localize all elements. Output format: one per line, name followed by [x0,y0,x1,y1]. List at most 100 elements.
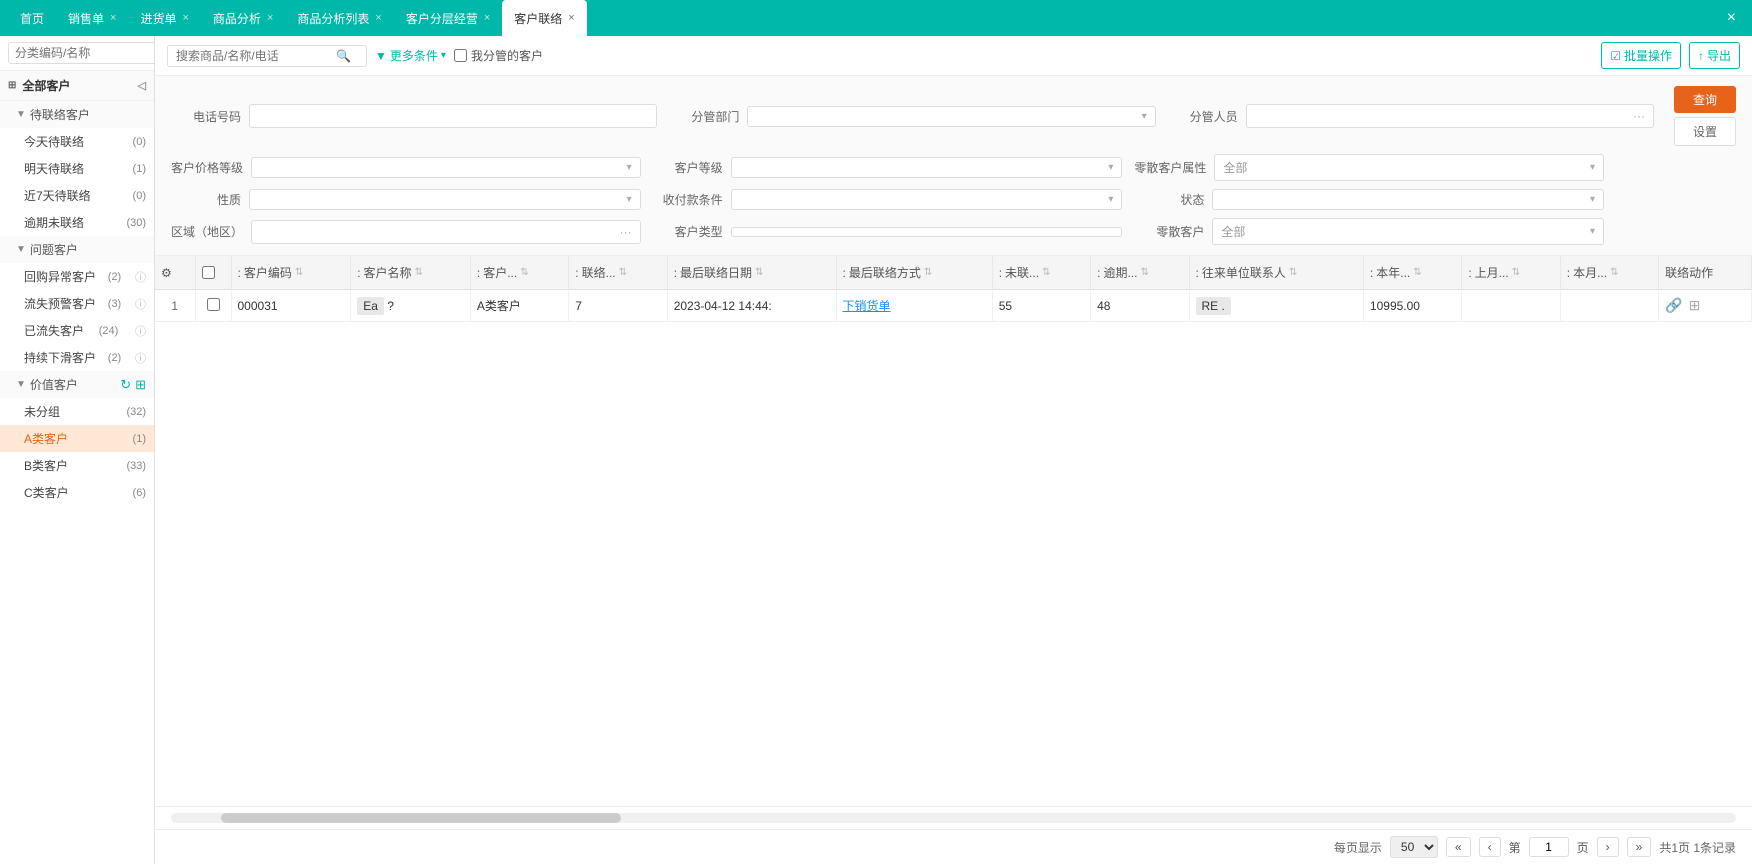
sidebar-item-churn-warning[interactable]: 流失预警客户 (3) ⓘ [0,290,154,317]
sidebar-item-repurchase-anomaly[interactable]: 回购异常客户 (2) ⓘ [0,263,154,290]
close-product-analysis-list-icon[interactable]: × [375,12,381,24]
query-button[interactable]: 查询 [1674,86,1736,113]
arrow-down-icon: ▼ [16,109,26,120]
add-group-icon[interactable]: ⊞ [135,377,146,393]
nav-home[interactable]: 首页 [8,0,56,36]
prev-page-button[interactable]: ‹ [1479,837,1501,857]
scrollbar-track[interactable] [171,813,1736,823]
batch-operations-button[interactable]: ☑ 批量操作 [1601,42,1681,69]
nature-select[interactable]: ▾ [249,189,641,210]
pending-contact-group[interactable]: ▼ 待联络客户 [0,101,154,128]
main-search-icon[interactable]: 🔍 [336,49,351,63]
status-select[interactable]: ▾ [1212,189,1604,210]
retail-customer-select[interactable]: 全部 ▾ [1212,218,1604,245]
close-all-tabs-button[interactable]: × [1719,9,1744,27]
customer-tier-select[interactable]: ▾ [731,157,1123,178]
td-contact-person: RE . [1189,290,1363,322]
first-page-button[interactable]: « [1446,837,1471,857]
last-contact-method-link[interactable]: 下销货单 [843,299,891,313]
region-select[interactable]: ··· [251,220,641,244]
grid-icon: ⊞ [8,80,16,91]
th-unit-contact: : 往来单位联系人 ⇅ [1189,256,1363,290]
customer-tier-field: 客户等级 ▾ [653,157,1123,178]
th-last-contact-method: : 最后联络方式 ⇅ [836,256,992,290]
sidebar-search-input[interactable] [8,42,155,64]
td-index: 1 [155,290,195,322]
select-all-checkbox[interactable] [202,266,215,279]
close-sales-order-icon[interactable]: × [110,12,116,24]
sidebar-item-7days-pending[interactable]: 近7天待联络 (0) [0,182,154,209]
per-page-select[interactable]: 50 [1390,836,1438,858]
scrollbar-thumb[interactable] [221,813,621,823]
retail-attr-select[interactable]: 全部 ▾ [1214,154,1604,181]
nav-customer-tier[interactable]: 客户分层经营 × [394,0,502,36]
settings-button[interactable]: 设置 [1674,117,1736,146]
sidebar-item-tomorrow-pending[interactable]: 明天待联络 (1) [0,155,154,182]
main-layout: 🔍 ⊞ 全部客户 ◁ ▼ 待联络客户 今天待联络 (0) 明天待联络 (1) 近… [0,36,1752,864]
page-number-input[interactable] [1529,837,1569,857]
gear-settings-icon[interactable]: ⚙ [161,266,172,280]
value-customers-group[interactable]: ▼ 价值客户 ↻ ⊞ [0,371,154,398]
message-icon[interactable]: 🔗 [1665,297,1682,314]
sort-code-icon[interactable]: ⇅ [295,267,303,278]
nav-product-analysis[interactable]: 商品分析 × [201,0,285,36]
payment-select[interactable]: ▾ [731,189,1123,210]
nav-customer-contact[interactable]: 客户联络 × [502,0,586,36]
sidebar-item-overdue-pending[interactable]: 逾期未联络 (30) [0,209,154,236]
close-customer-tier-icon[interactable]: × [484,12,490,24]
row-checkbox[interactable] [207,298,220,311]
close-purchase-order-icon[interactable]: × [182,12,188,24]
nav-purchase-order[interactable]: 进货单 × [128,0,200,36]
my-customers-checkbox[interactable] [454,49,467,62]
th-customer-code: : 客户编码 ⇅ [231,256,351,290]
sort-unitcontact-icon[interactable]: ⇅ [1289,267,1297,278]
horizontal-scrollbar-area [155,806,1752,829]
phone-input[interactable] [249,104,657,128]
close-product-analysis-icon[interactable]: × [267,12,273,24]
filter-buttons: 查询 设置 [1674,86,1736,146]
sort-name-icon[interactable]: ⇅ [415,267,423,278]
customer-table: ⚙ : 客户编码 ⇅ [155,256,1752,322]
qrcode-icon[interactable]: ⊞ [1689,297,1701,314]
sort-annual-icon[interactable]: ⇅ [1413,267,1421,278]
my-customers-checkbox-area[interactable]: 我分管的客户 [454,47,543,64]
main-search-input[interactable] [176,49,336,63]
dept-select[interactable]: ▾ [747,106,1155,127]
sort-contact-icon[interactable]: ⇅ [619,267,627,278]
close-customer-contact-icon[interactable]: × [568,12,574,24]
collapse-sidebar-icon[interactable]: ◁ [138,79,146,92]
sidebar-item-today-pending[interactable]: 今天待联络 (0) [0,128,154,155]
sort-type-icon[interactable]: ⇅ [520,267,528,278]
next-page-button[interactable]: › [1597,837,1619,857]
more-filters-button[interactable]: ▼ 更多条件 ▾ [375,47,446,64]
sidebar-item-b-class[interactable]: B类客户 (33) [0,452,154,479]
sort-date-icon[interactable]: ⇅ [755,267,763,278]
nav-product-analysis-list[interactable]: 商品分析列表 × [285,0,393,36]
status-field: 状态 ▾ [1134,189,1604,210]
contact-action-icons: 🔗 ⊞ [1665,297,1745,314]
sidebar-item-a-class[interactable]: A类客户 (1) [0,425,154,452]
person-select[interactable]: ··· [1246,104,1654,128]
info-icon-2: ⓘ [135,296,146,312]
nav-sales-order[interactable]: 销售单 × [56,0,128,36]
sort-nocontact-icon[interactable]: ⇅ [1042,267,1050,278]
all-customers-section[interactable]: ⊞ 全部客户 ◁ [0,71,154,101]
sidebar-item-ungrouped[interactable]: 未分组 (32) [0,398,154,425]
sidebar-item-c-class[interactable]: C类客户 (6) [0,479,154,506]
status-dropdown-icon: ▾ [1590,194,1595,205]
sidebar-item-declining[interactable]: 持续下滑客户 (2) ⓘ [0,344,154,371]
customer-type-select[interactable] [731,227,1123,237]
sort-thismonth-icon[interactable]: ⇅ [1610,267,1618,278]
export-button[interactable]: ↑ 导出 [1689,42,1740,69]
refresh-icon[interactable]: ↻ [120,377,131,393]
sort-method-icon[interactable]: ⇅ [924,267,932,278]
td-contact-action: 🔗 ⊞ [1659,290,1752,322]
sidebar-item-churned[interactable]: 已流失客户 (24) ⓘ [0,317,154,344]
price-tier-select[interactable]: ▾ [251,157,641,178]
last-page-button[interactable]: » [1627,837,1652,857]
nature-field: 性质 ▾ [171,189,641,210]
sort-lastmonth-icon[interactable]: ⇅ [1512,267,1520,278]
sidebar-search-area: 🔍 [0,36,154,71]
sort-overdue-icon[interactable]: ⇅ [1140,267,1148,278]
problem-customers-group[interactable]: ▼ 问题客户 [0,236,154,263]
